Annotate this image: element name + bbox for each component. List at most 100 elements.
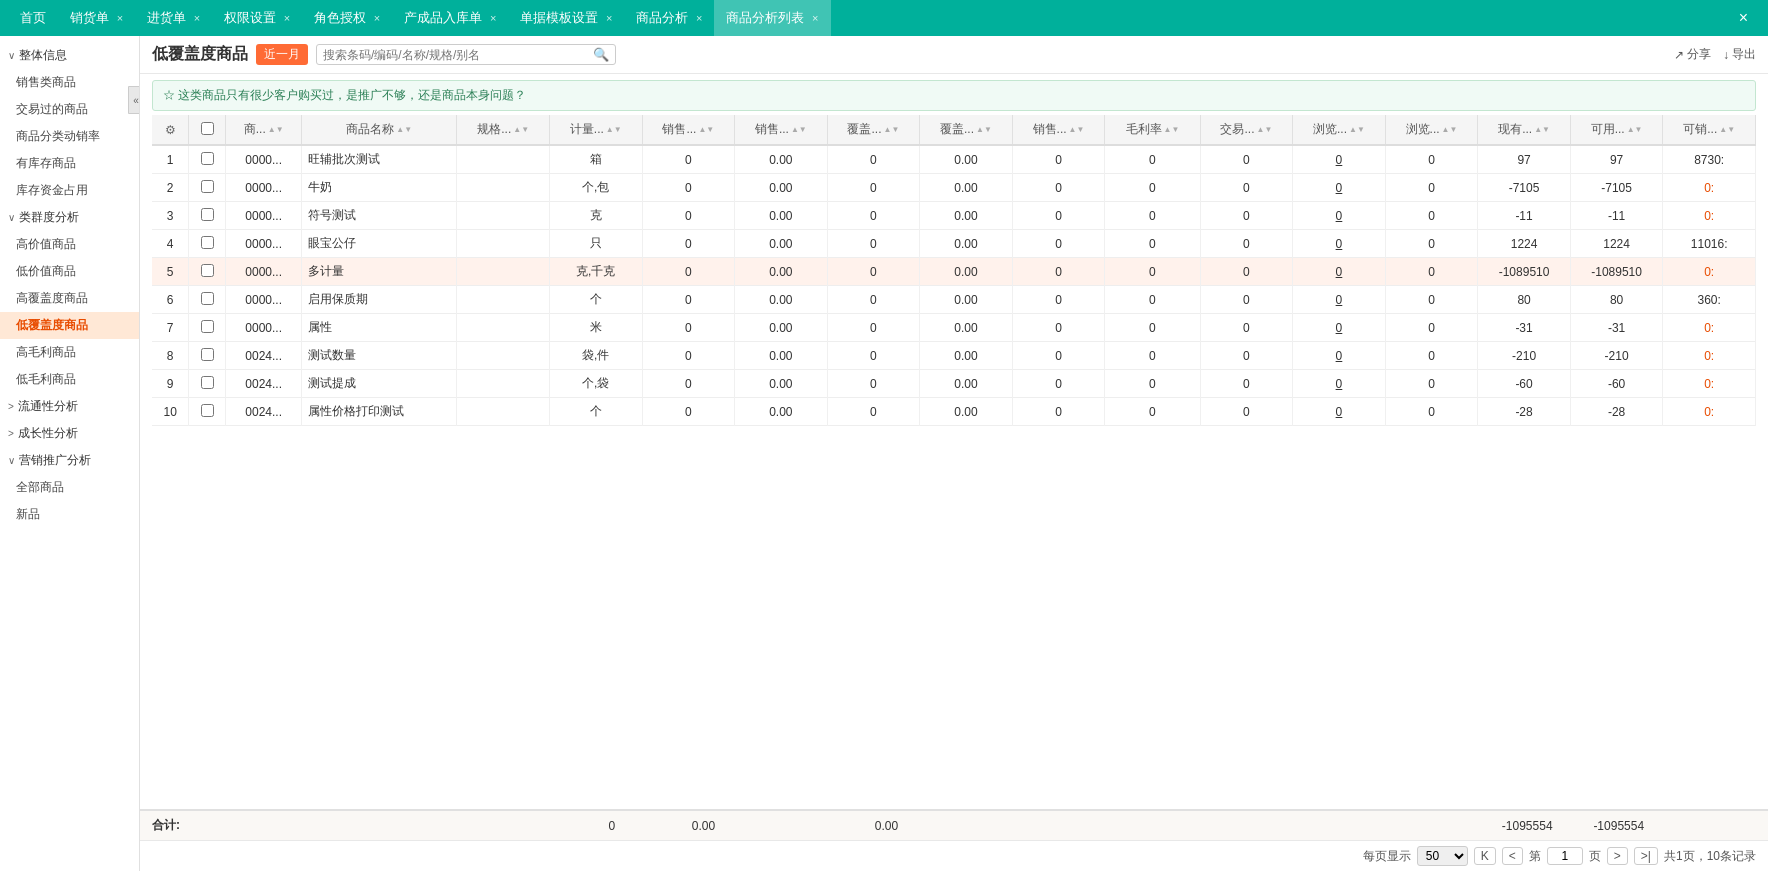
window-close-button[interactable]: ×: [1727, 0, 1760, 36]
sidebar-section-circulation[interactable]: > 流通性分析: [0, 393, 139, 420]
row-checkbox[interactable]: [189, 314, 226, 342]
col-available[interactable]: 可用...▲▼: [1570, 115, 1663, 145]
col-spec[interactable]: 规格...▲▼: [457, 115, 550, 145]
close-product-icon[interactable]: ×: [490, 12, 496, 24]
first-page-button[interactable]: K: [1474, 847, 1496, 865]
col-settings[interactable]: ⚙: [152, 115, 189, 145]
col-cov2[interactable]: 覆盖...▲▼: [920, 115, 1013, 145]
row-browse1[interactable]: 0: [1293, 230, 1386, 258]
arrow-cluster-icon: ∨: [8, 212, 15, 223]
current-page-input[interactable]: [1547, 847, 1583, 865]
row-select-checkbox[interactable]: [201, 292, 214, 305]
close-analysis-list-icon[interactable]: ×: [812, 12, 818, 24]
row-select-checkbox[interactable]: [201, 208, 214, 221]
col-saleable[interactable]: 可销...▲▼: [1663, 115, 1756, 145]
period-button[interactable]: 近一月: [256, 44, 308, 65]
nav-item-home[interactable]: 首页: [8, 0, 58, 36]
row-checkbox[interactable]: [189, 342, 226, 370]
row-select-checkbox[interactable]: [201, 320, 214, 333]
nav-item-analysis-list[interactable]: 商品分析列表 ×: [714, 0, 830, 36]
sidebar-item-stock-capital[interactable]: 库存资金占用: [0, 177, 139, 204]
close-role-icon[interactable]: ×: [374, 12, 380, 24]
col-sales-qty[interactable]: 销售...▲▼: [642, 115, 735, 145]
row-checkbox[interactable]: [189, 202, 226, 230]
row-select-checkbox[interactable]: [201, 404, 214, 417]
sidebar-section-overview[interactable]: ∨ 整体信息: [0, 42, 139, 69]
col-gross[interactable]: 毛利率▲▼: [1105, 115, 1200, 145]
close-purchase-icon[interactable]: ×: [194, 12, 200, 24]
col-sales3[interactable]: 销售...▲▼: [1012, 115, 1105, 145]
close-permission-icon[interactable]: ×: [284, 12, 290, 24]
row-checkbox[interactable]: [189, 145, 226, 174]
row-select-checkbox[interactable]: [201, 152, 214, 165]
sidebar-item-low-coverage[interactable]: 低覆盖度商品: [0, 312, 139, 339]
next-page-button[interactable]: >: [1607, 847, 1628, 865]
sidebar-item-traded-goods[interactable]: 交易过的商品: [0, 96, 139, 123]
row-browse1[interactable]: 0: [1293, 145, 1386, 174]
col-name[interactable]: 商品名称▲▼: [301, 115, 457, 145]
prev-page-button[interactable]: <: [1502, 847, 1523, 865]
sidebar-item-high-coverage[interactable]: 高覆盖度商品: [0, 285, 139, 312]
row-checkbox[interactable]: [189, 230, 226, 258]
row-checkbox[interactable]: [189, 370, 226, 398]
col-browse2[interactable]: 浏览...▲▼: [1385, 115, 1478, 145]
row-browse1[interactable]: 0: [1293, 398, 1386, 426]
search-icon[interactable]: 🔍: [593, 47, 609, 62]
sidebar-section-marketing[interactable]: ∨ 营销推广分析: [0, 447, 139, 474]
col-sales-amt[interactable]: 销售...▲▼: [735, 115, 828, 145]
nav-item-role[interactable]: 角色授权 ×: [302, 0, 392, 36]
row-browse1[interactable]: 0: [1293, 202, 1386, 230]
col-code[interactable]: 商...▲▼: [226, 115, 301, 145]
row-browse1[interactable]: 0: [1293, 286, 1386, 314]
row-checkbox[interactable]: [189, 258, 226, 286]
sidebar-item-stock-goods[interactable]: 有库存商品: [0, 150, 139, 177]
last-page-button[interactable]: >|: [1634, 847, 1658, 865]
row-browse1[interactable]: 0: [1293, 174, 1386, 202]
row-browse1[interactable]: 0: [1293, 314, 1386, 342]
col-browse1[interactable]: 浏览...▲▼: [1293, 115, 1386, 145]
row-select-checkbox[interactable]: [201, 264, 214, 277]
export-button[interactable]: ↓ 导出: [1723, 46, 1756, 63]
sidebar-item-category-rate[interactable]: 商品分类动销率: [0, 123, 139, 150]
row-browse1[interactable]: 0: [1293, 342, 1386, 370]
close-analysis-icon[interactable]: ×: [696, 12, 702, 24]
sidebar-item-new-goods[interactable]: 新品: [0, 501, 139, 528]
sidebar-item-low-value[interactable]: 低价值商品: [0, 258, 139, 285]
col-checkbox[interactable]: [189, 115, 226, 145]
sidebar-section-growth[interactable]: > 成长性分析: [0, 420, 139, 447]
col-unit[interactable]: 计量...▲▼: [549, 115, 642, 145]
row-select-checkbox[interactable]: [201, 180, 214, 193]
sidebar-section-cluster[interactable]: ∨ 类群度分析: [0, 204, 139, 231]
row-browse1[interactable]: 0: [1293, 258, 1386, 286]
col-trade[interactable]: 交易...▲▼: [1200, 115, 1293, 145]
close-sales-icon[interactable]: ×: [117, 12, 123, 24]
nav-item-product[interactable]: 产成品入库单 ×: [392, 0, 508, 36]
sidebar-item-high-margin[interactable]: 高毛利商品: [0, 339, 139, 366]
row-checkbox[interactable]: [189, 398, 226, 426]
page-size-select[interactable]: 20 50 100: [1417, 846, 1468, 866]
nav-item-purchase[interactable]: 进货单 ×: [135, 0, 212, 36]
col-cov1[interactable]: 覆盖...▲▼: [827, 115, 920, 145]
table-wrapper[interactable]: ⚙ 商...▲▼ 商品名称▲▼ 规格...▲▼ 计量...▲▼ 销售...▲▼ …: [140, 115, 1768, 809]
row-checkbox[interactable]: [189, 286, 226, 314]
row-select-checkbox[interactable]: [201, 376, 214, 389]
share-button[interactable]: ↗ 分享: [1674, 46, 1711, 63]
sidebar-item-all-goods[interactable]: 全部商品: [0, 474, 139, 501]
row-select-checkbox[interactable]: [201, 348, 214, 361]
nav-item-template[interactable]: 单据模板设置 ×: [508, 0, 624, 36]
row-select-checkbox[interactable]: [201, 236, 214, 249]
search-input[interactable]: [323, 48, 593, 62]
col-current[interactable]: 现有...▲▼: [1478, 115, 1571, 145]
nav-item-analysis[interactable]: 商品分析 ×: [624, 0, 714, 36]
nav-item-sales[interactable]: 销货单 ×: [58, 0, 135, 36]
sidebar-toggle[interactable]: «: [128, 86, 140, 114]
select-all-checkbox[interactable]: [201, 122, 214, 135]
sidebar-item-sales-goods[interactable]: 销售类商品: [0, 69, 139, 96]
row-browse1[interactable]: 0: [1293, 370, 1386, 398]
sidebar-item-high-value[interactable]: 高价值商品: [0, 231, 139, 258]
sidebar-item-low-margin[interactable]: 低毛利商品: [0, 366, 139, 393]
nav-item-permission[interactable]: 权限设置 ×: [212, 0, 302, 36]
close-template-icon[interactable]: ×: [606, 12, 612, 24]
row-unit: 袋,件: [549, 342, 642, 370]
row-checkbox[interactable]: [189, 174, 226, 202]
